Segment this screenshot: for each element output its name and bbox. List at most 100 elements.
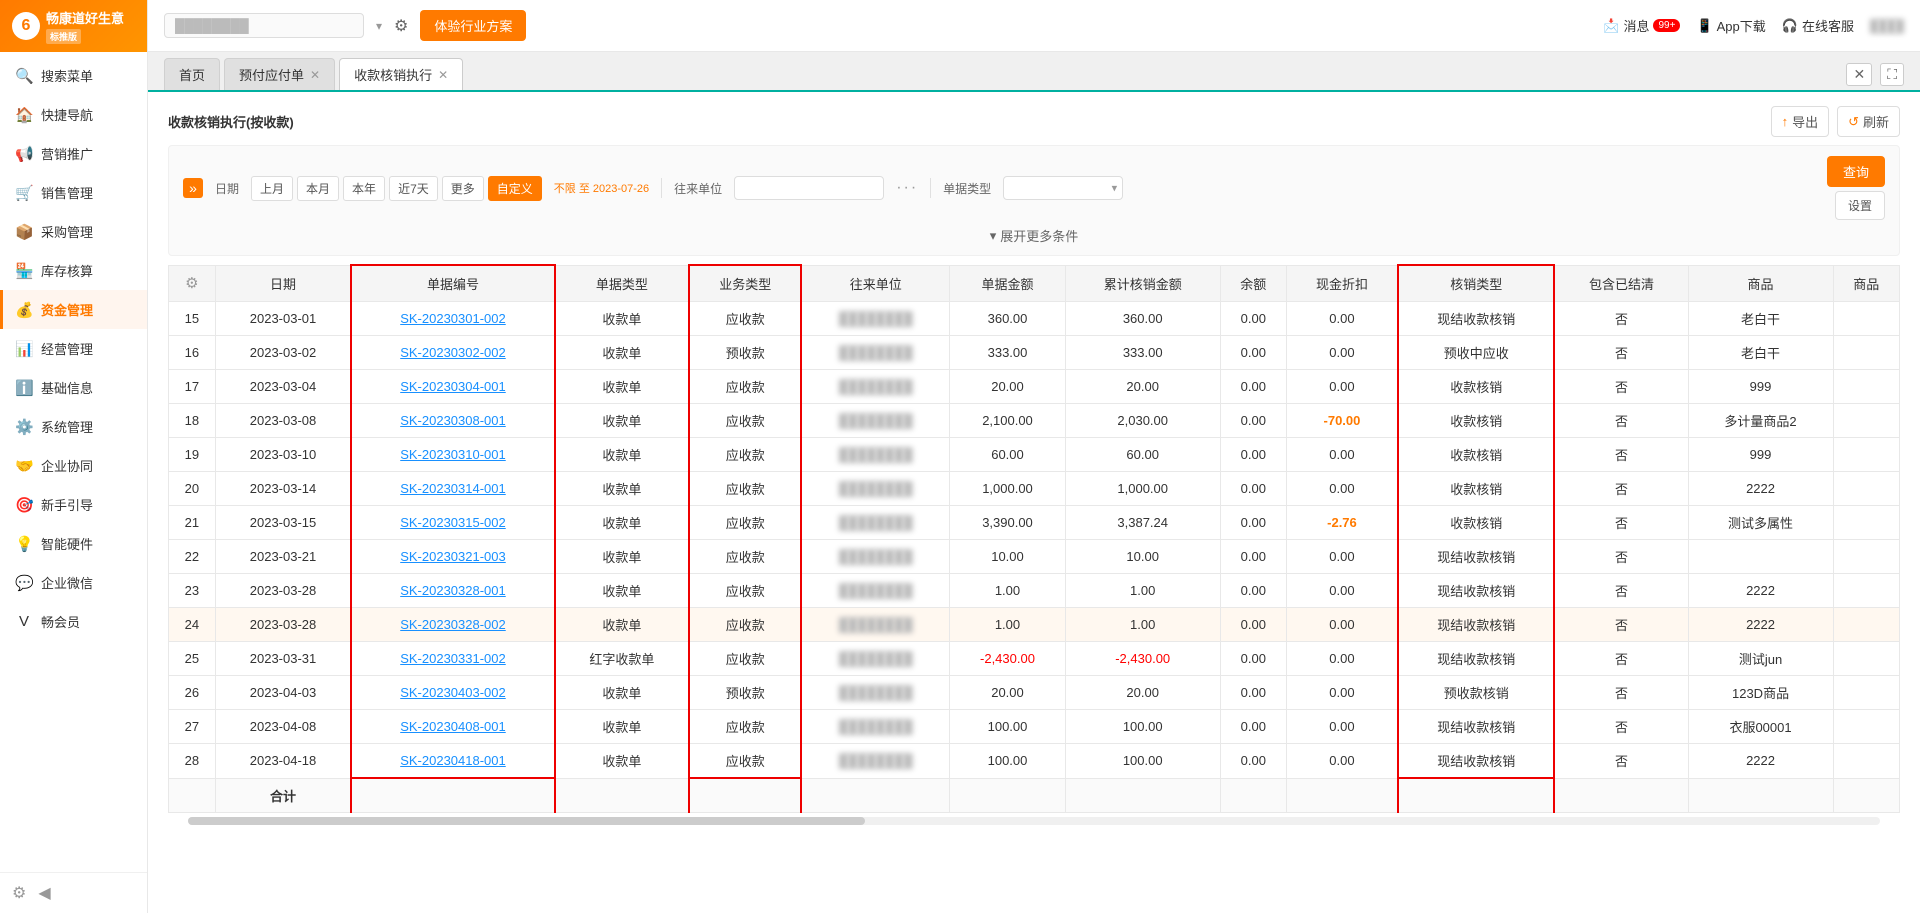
sidebar-item-system[interactable]: ⚙️ 系统管理 bbox=[0, 407, 147, 446]
td-included: 否 bbox=[1554, 710, 1688, 744]
td-doc-type: 红字收款单 bbox=[555, 642, 689, 676]
date-btn-this-year[interactable]: 本年 bbox=[343, 176, 385, 201]
date-btn-custom[interactable]: 自定义 bbox=[488, 176, 542, 201]
expand-label: 展开更多条件 bbox=[1000, 226, 1078, 245]
tab-prepay-close[interactable]: ✕ bbox=[310, 68, 320, 82]
partner-input[interactable] bbox=[734, 176, 884, 200]
doc-no-link[interactable]: SK-20230328-001 bbox=[400, 583, 506, 598]
collapse-icon[interactable]: ◀ bbox=[38, 883, 50, 903]
sidebar-item-label: 采购管理 bbox=[41, 222, 93, 241]
td-amount: 100.00 bbox=[950, 744, 1066, 779]
td-num: 18 bbox=[169, 404, 216, 438]
filter-settings-button[interactable]: 设置 bbox=[1835, 191, 1885, 220]
td-date: 2023-04-08 bbox=[215, 710, 351, 744]
topbar-placeholder: ████████ bbox=[175, 18, 249, 33]
topbar-chevron-icon[interactable]: ▾ bbox=[376, 19, 382, 33]
td-balance: 0.00 bbox=[1220, 574, 1286, 608]
filter-dots[interactable]: ··· bbox=[896, 179, 918, 197]
sidebar-item-sales[interactable]: 🛒 销售管理 bbox=[0, 173, 147, 212]
th-settings[interactable]: ⚙ bbox=[169, 265, 216, 302]
doc-no-link[interactable]: SK-20230302-002 bbox=[400, 345, 506, 360]
message-badge: 99+ bbox=[1653, 19, 1680, 32]
doc-no-link[interactable]: SK-20230301-002 bbox=[400, 311, 506, 326]
doc-no-link[interactable]: SK-20230304-001 bbox=[400, 379, 506, 394]
sidebar-item-stock[interactable]: 🏪 库存核算 bbox=[0, 251, 147, 290]
solution-button[interactable]: 体验行业方案 bbox=[420, 10, 526, 41]
expand-tab-button[interactable]: ⛶ bbox=[1880, 63, 1904, 86]
total-verify-type bbox=[1398, 778, 1555, 812]
table-header-row: ⚙ 日期 单据编号 单据类型 业务类型 往来单位 单据金额 累计核销金额 余额 … bbox=[169, 265, 1900, 302]
doc-no-link[interactable]: SK-20230308-001 bbox=[400, 413, 506, 428]
tab-collection-close[interactable]: ✕ bbox=[438, 68, 448, 82]
td-amount: 100.00 bbox=[950, 710, 1066, 744]
td-date: 2023-03-28 bbox=[215, 574, 351, 608]
topbar-search-input[interactable]: ████████ bbox=[164, 13, 364, 38]
sidebar-item-wechat[interactable]: 💬 企业微信 bbox=[0, 563, 147, 602]
doc-no-link[interactable]: SK-20230408-001 bbox=[400, 719, 506, 734]
date-buttons: 上月 本月 本年 近7天 更多 自定义 bbox=[251, 176, 542, 201]
main-area: ████████ ▾ ⚙ 体验行业方案 📩 消息 99+ 📱 App下载 🎧 在… bbox=[148, 0, 1920, 913]
sidebar-item-hardware[interactable]: 💡 智能硬件 bbox=[0, 524, 147, 563]
date-btn-this-month[interactable]: 本月 bbox=[297, 176, 339, 201]
store-icon: 🏪 bbox=[15, 262, 33, 280]
query-button[interactable]: 查询 bbox=[1827, 156, 1885, 187]
online-service-button[interactable]: 🎧 在线客服 bbox=[1782, 16, 1854, 35]
app-download-button[interactable]: 📱 App下载 bbox=[1696, 16, 1765, 35]
sidebar-item-guide[interactable]: 🎯 新手引导 bbox=[0, 485, 147, 524]
scrollbar-track[interactable] bbox=[188, 817, 1880, 825]
doc-no-link[interactable]: SK-20230315-002 bbox=[400, 515, 506, 530]
doc-no-link[interactable]: SK-20230314-001 bbox=[400, 481, 506, 496]
table-row: 27 2023-04-08 SK-20230408-001 收款单 应收款 ██… bbox=[169, 710, 1900, 744]
refresh-button[interactable]: ↺ 刷新 bbox=[1837, 106, 1900, 137]
sidebar-item-member[interactable]: V 畅会员 bbox=[0, 602, 147, 641]
td-doc-no: SK-20230328-001 bbox=[351, 574, 554, 608]
doc-no-link[interactable]: SK-20230328-002 bbox=[400, 617, 506, 632]
date-btn-7days[interactable]: 近7天 bbox=[389, 176, 438, 201]
sidebar-item-marketing[interactable]: 📢 营销推广 bbox=[0, 134, 147, 173]
export-button[interactable]: ↑ 导出 bbox=[1771, 106, 1830, 137]
topbar-gear-icon[interactable]: ⚙ bbox=[394, 16, 408, 36]
filter-expand-arrow[interactable]: » bbox=[183, 178, 203, 198]
message-button[interactable]: 📩 消息 99+ bbox=[1603, 16, 1680, 35]
td-doc-type: 收款单 bbox=[555, 710, 689, 744]
doc-no-link[interactable]: SK-20230418-001 bbox=[400, 753, 506, 768]
td-doc-no: SK-20230304-001 bbox=[351, 370, 554, 404]
doc-no-link[interactable]: SK-20230403-002 bbox=[400, 685, 506, 700]
sidebar-item-shortcut[interactable]: 🏠 快捷导航 bbox=[0, 95, 147, 134]
td-doc-type: 收款单 bbox=[555, 744, 689, 779]
td-discount: 0.00 bbox=[1286, 302, 1397, 336]
settings-footer-icon[interactable]: ⚙ bbox=[12, 883, 26, 903]
sidebar-item-finance[interactable]: 💰 资金管理 bbox=[0, 290, 147, 329]
sidebar-item-search[interactable]: 🔍 搜索菜单 bbox=[0, 56, 147, 95]
page-title: 收款核销执行(按收款) bbox=[168, 112, 294, 131]
td-biz-type: 应收款 bbox=[689, 574, 801, 608]
scrollbar-thumb[interactable] bbox=[188, 817, 865, 825]
sidebar-item-purchase[interactable]: 📦 采购管理 bbox=[0, 212, 147, 251]
sidebar-item-basic[interactable]: ℹ️ 基础信息 bbox=[0, 368, 147, 407]
doc-no-link[interactable]: SK-20230321-003 bbox=[400, 549, 506, 564]
doc-no-link[interactable]: SK-20230310-001 bbox=[400, 447, 506, 462]
tab-collection[interactable]: 收款核销执行 ✕ bbox=[339, 58, 463, 90]
td-verify-type: 收款核销 bbox=[1398, 404, 1555, 438]
close-tab-button[interactable]: ✕ bbox=[1846, 63, 1872, 86]
tab-home[interactable]: 首页 bbox=[164, 58, 220, 90]
column-settings-icon[interactable]: ⚙ bbox=[185, 275, 198, 292]
sidebar-item-label: 销售管理 bbox=[41, 183, 93, 202]
total-row: 合计 bbox=[169, 778, 1900, 812]
td-amount: 2,100.00 bbox=[950, 404, 1066, 438]
doc-no-link[interactable]: SK-20230331-002 bbox=[400, 651, 506, 666]
td-discount: 0.00 bbox=[1286, 710, 1397, 744]
td-doc-no: SK-20230408-001 bbox=[351, 710, 554, 744]
expand-conditions-button[interactable]: ▾ 展开更多条件 bbox=[990, 226, 1079, 245]
td-accum: 1.00 bbox=[1065, 574, 1220, 608]
th-doc-type: 单据类型 bbox=[555, 265, 689, 302]
tab-prepay[interactable]: 预付应付单 ✕ bbox=[224, 58, 335, 90]
sidebar-item-corp[interactable]: 🤝 企业协同 bbox=[0, 446, 147, 485]
td-amount: 360.00 bbox=[950, 302, 1066, 336]
date-btn-more[interactable]: 更多 bbox=[442, 176, 484, 201]
td-accum: -2,430.00 bbox=[1065, 642, 1220, 676]
sidebar-item-operation[interactable]: 📊 经营管理 bbox=[0, 329, 147, 368]
td-num: 20 bbox=[169, 472, 216, 506]
date-btn-last-month[interactable]: 上月 bbox=[251, 176, 293, 201]
receipt-type-select[interactable] bbox=[1003, 176, 1123, 200]
